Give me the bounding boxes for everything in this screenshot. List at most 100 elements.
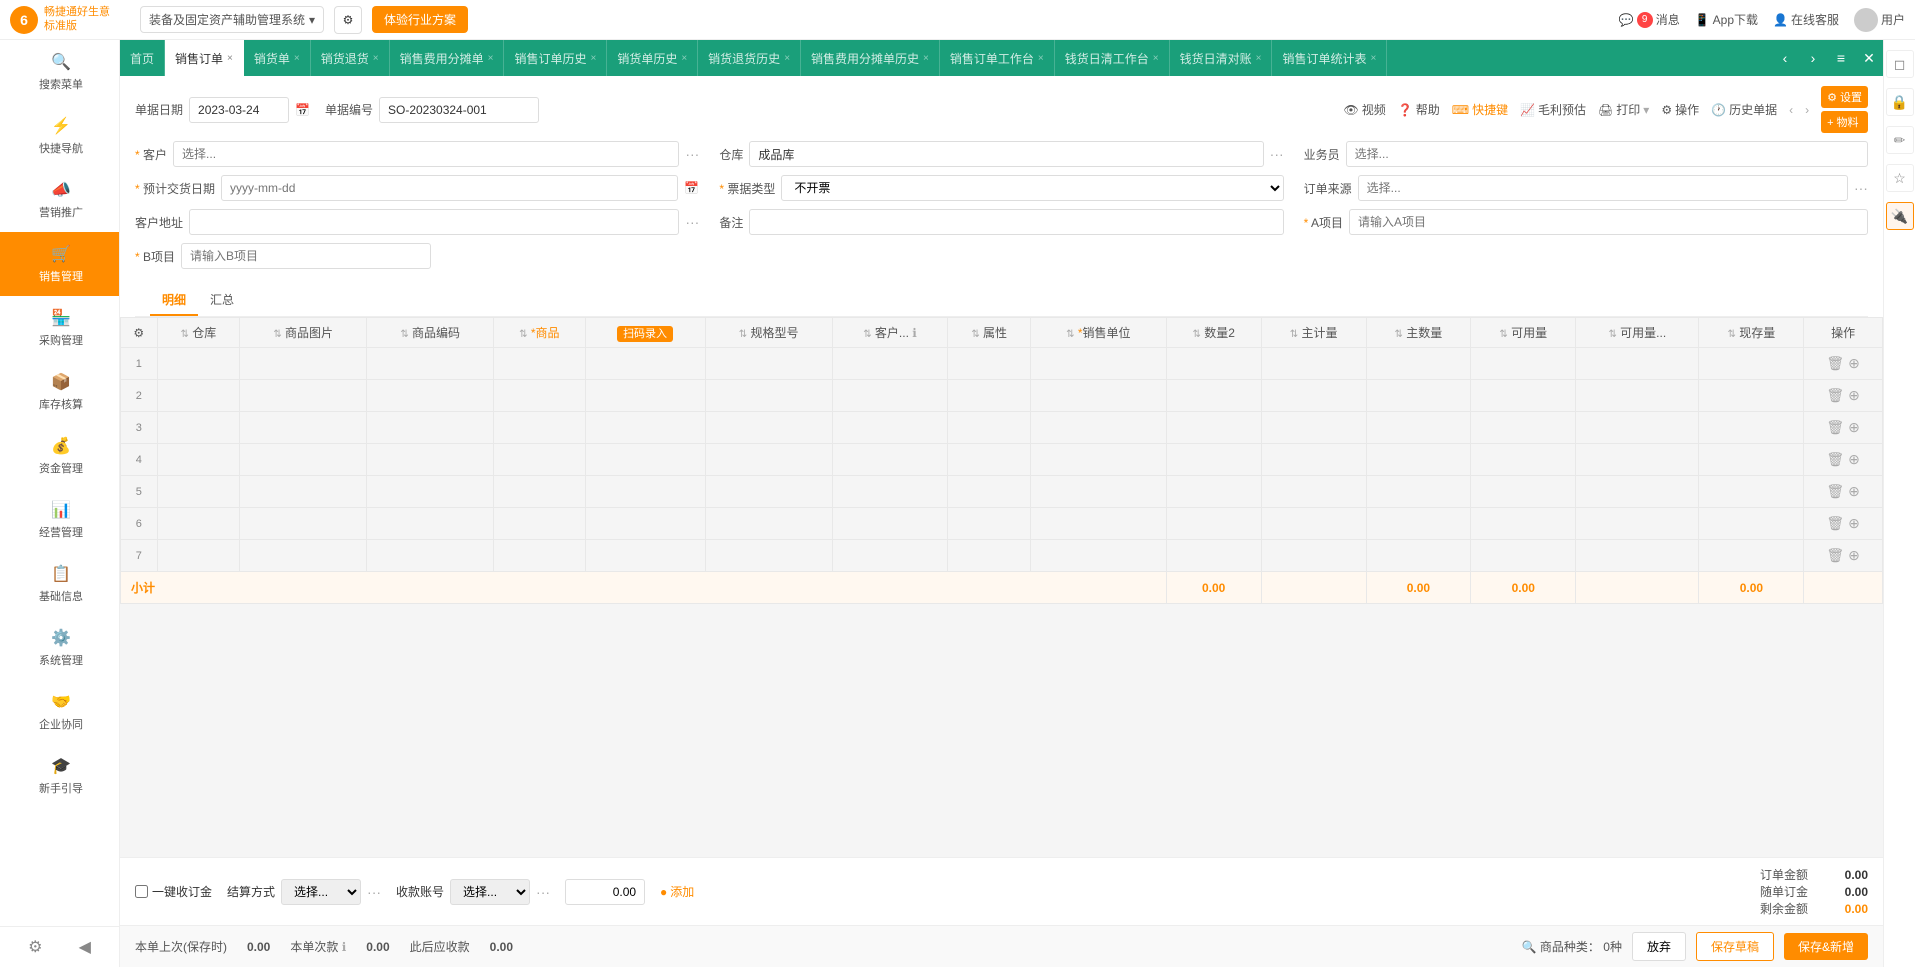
info-icon[interactable]: ℹ	[912, 326, 917, 340]
note-input[interactable]	[749, 209, 1283, 235]
order-no-input[interactable]	[379, 97, 539, 123]
warehouse-more-btn[interactable]: ···	[1270, 146, 1284, 162]
discard-btn[interactable]: 放弃	[1632, 932, 1686, 961]
table-wrapper[interactable]: ⚙ ⇅ 仓库 ⇅ 商品图片 ⇅ 商品编码 ⇅ *商品 扫码录入 ⇅ 规格型号 ⇅…	[120, 317, 1883, 857]
tab-sales-fee-history[interactable]: 销售费用分摊单历史 ×	[801, 40, 940, 76]
delete-row-btn[interactable]: 🗑	[1826, 355, 1844, 372]
industry-btn[interactable]: 体验行业方案	[372, 6, 468, 33]
right-btn-plugin[interactable]: 🔌	[1886, 202, 1914, 230]
order-source-input[interactable]	[1358, 175, 1848, 201]
sidebar-item-enterprise[interactable]: 🤝 企业协同	[0, 680, 119, 744]
sidebar-item-operations[interactable]: 📊 经营管理	[0, 488, 119, 552]
sidebar-settings-btn[interactable]: ⚙	[28, 937, 42, 957]
tab-sales-history[interactable]: 销货单历史 ×	[607, 40, 698, 76]
sidebar-item-system[interactable]: ⚙️ 系统管理	[0, 616, 119, 680]
col-current-stock[interactable]: ⇅ 现存量	[1699, 318, 1804, 348]
invoice-type-select[interactable]: 不开票 开票	[781, 175, 1283, 201]
sidebar-item-quicknav[interactable]: ⚡ 快捷导航	[0, 104, 119, 168]
col-main-unit[interactable]: ⇅ 主计量	[1261, 318, 1366, 348]
a-project-input[interactable]	[1349, 209, 1868, 235]
sidebar-collapse-btn[interactable]: ◀	[79, 937, 91, 957]
settings-icon[interactable]: ⚙	[334, 6, 362, 34]
view-btn[interactable]: 👁 视频	[1344, 101, 1386, 118]
col-image[interactable]: ⇅ 商品图片	[240, 318, 367, 348]
col-main-qty[interactable]: ⇅ 主数量	[1366, 318, 1471, 348]
tab-sales-stats[interactable]: 销售订单统计表 ×	[1272, 40, 1387, 76]
right-btn-star[interactable]: ☆	[1886, 164, 1914, 192]
right-btn-1[interactable]: ◻	[1886, 50, 1914, 78]
col-product[interactable]: ⇅ *商品	[494, 318, 585, 348]
delivery-date-input[interactable]	[221, 175, 678, 201]
address-more-btn[interactable]: ···	[685, 214, 699, 230]
close-icon[interactable]: ×	[294, 53, 300, 64]
tab-sales-return-history[interactable]: 销货退货历史 ×	[698, 40, 801, 76]
col-available[interactable]: ⇅ 可用量	[1471, 318, 1576, 348]
tab-sales[interactable]: 销货单 ×	[244, 40, 311, 76]
order-source-more-btn[interactable]: ···	[1854, 180, 1868, 196]
right-btn-edit[interactable]: ✏	[1886, 126, 1914, 154]
tab-sales-order-history[interactable]: 销售订单历史 ×	[504, 40, 607, 76]
nav-prev[interactable]: ‹	[1789, 103, 1793, 117]
add-product-btn[interactable]: + 物料	[1821, 111, 1868, 133]
profit-btn[interactable]: 📈 毛利预估	[1520, 101, 1586, 118]
col-warehouse[interactable]: ⇅ 仓库	[157, 318, 240, 348]
receipt-account-select[interactable]: 选择...	[450, 879, 530, 905]
history-btn[interactable]: 🕐 历史单据	[1711, 101, 1777, 118]
shortcut-btn[interactable]: ⌨ 快捷键	[1452, 101, 1508, 118]
save-new-btn[interactable]: 保存&新增	[1784, 933, 1868, 960]
col-spec[interactable]: ⇅ 规格型号	[705, 318, 832, 348]
address-input[interactable]	[189, 209, 679, 235]
operation-btn[interactable]: ⚙ 操作	[1661, 101, 1699, 118]
calendar2-icon[interactable]: 📅	[684, 181, 699, 195]
delete-row-btn[interactable]: 🗑	[1826, 483, 1844, 500]
nav-next[interactable]: ›	[1805, 103, 1809, 117]
copy-row-btn[interactable]: ⊕	[1848, 419, 1860, 436]
tab-sales-return[interactable]: 销货退货 ×	[311, 40, 390, 76]
tab-detail[interactable]: 明细	[150, 285, 198, 316]
tab-home[interactable]: 首页	[120, 40, 165, 76]
message-btn[interactable]: 💬 9 消息	[1619, 11, 1680, 28]
right-btn-lock[interactable]: 🔒	[1886, 88, 1914, 116]
sidebar-item-purchase[interactable]: 🏪 采购管理	[0, 296, 119, 360]
delete-row-btn[interactable]: 🗑	[1826, 515, 1844, 532]
close-icon[interactable]: ×	[923, 53, 929, 64]
close-icon[interactable]: ×	[784, 53, 790, 64]
close-icon[interactable]: ×	[1153, 53, 1159, 64]
payment-method-select[interactable]: 选择...	[281, 879, 361, 905]
close-icon[interactable]: ×	[1370, 53, 1376, 64]
calendar-icon[interactable]: 📅	[295, 103, 310, 117]
tab-menu-btn[interactable]: ≡	[1827, 40, 1855, 76]
close-icon[interactable]: ×	[1256, 53, 1262, 64]
close-icon[interactable]: ×	[488, 53, 494, 64]
copy-row-btn[interactable]: ⊕	[1848, 451, 1860, 468]
close-icon[interactable]: ×	[681, 53, 687, 64]
sidebar-item-sales[interactable]: 🛒 销售管理	[0, 232, 119, 296]
copy-row-btn[interactable]: ⊕	[1848, 387, 1860, 404]
date-input[interactable]	[189, 97, 289, 123]
tab-sales-fee[interactable]: 销售费用分摊单 ×	[390, 40, 505, 76]
sidebar-item-inventory[interactable]: 📦 库存核算	[0, 360, 119, 424]
app-download-btn[interactable]: 📱 App下载	[1695, 11, 1758, 28]
delete-row-btn[interactable]: 🗑	[1826, 451, 1844, 468]
close-icon[interactable]: ×	[1038, 53, 1044, 64]
tab-summary[interactable]: 汇总	[198, 285, 246, 316]
close-icon[interactable]: ×	[373, 53, 379, 64]
user-btn[interactable]: 用户	[1854, 8, 1905, 32]
payment-method-more[interactable]: ···	[367, 884, 381, 900]
print-btn[interactable]: 🖨 打印 ▾	[1598, 101, 1649, 118]
copy-row-btn[interactable]: ⊕	[1848, 547, 1860, 564]
one-click-checkbox[interactable]	[135, 885, 148, 898]
col-available2[interactable]: ⇅ 可用量...	[1576, 318, 1699, 348]
col-unit[interactable]: ⇅ *销售单位	[1031, 318, 1167, 348]
online-service-btn[interactable]: 👤 在线客服	[1773, 11, 1839, 28]
receipt-amount-input[interactable]	[565, 879, 645, 905]
tab-next-btn[interactable]: ›	[1799, 40, 1827, 76]
col-settings[interactable]: ⚙	[121, 318, 158, 348]
sidebar-item-search[interactable]: 🔍 搜索菜单	[0, 40, 119, 104]
customer-more-btn[interactable]: ···	[685, 146, 699, 162]
save-draft-btn[interactable]: 保存草稿	[1696, 932, 1774, 961]
close-icon[interactable]: ×	[227, 53, 233, 64]
tab-prev-btn[interactable]: ‹	[1771, 40, 1799, 76]
delete-row-btn[interactable]: 🗑	[1826, 547, 1844, 564]
add-receipt-btn[interactable]: ● 添加	[660, 883, 694, 900]
